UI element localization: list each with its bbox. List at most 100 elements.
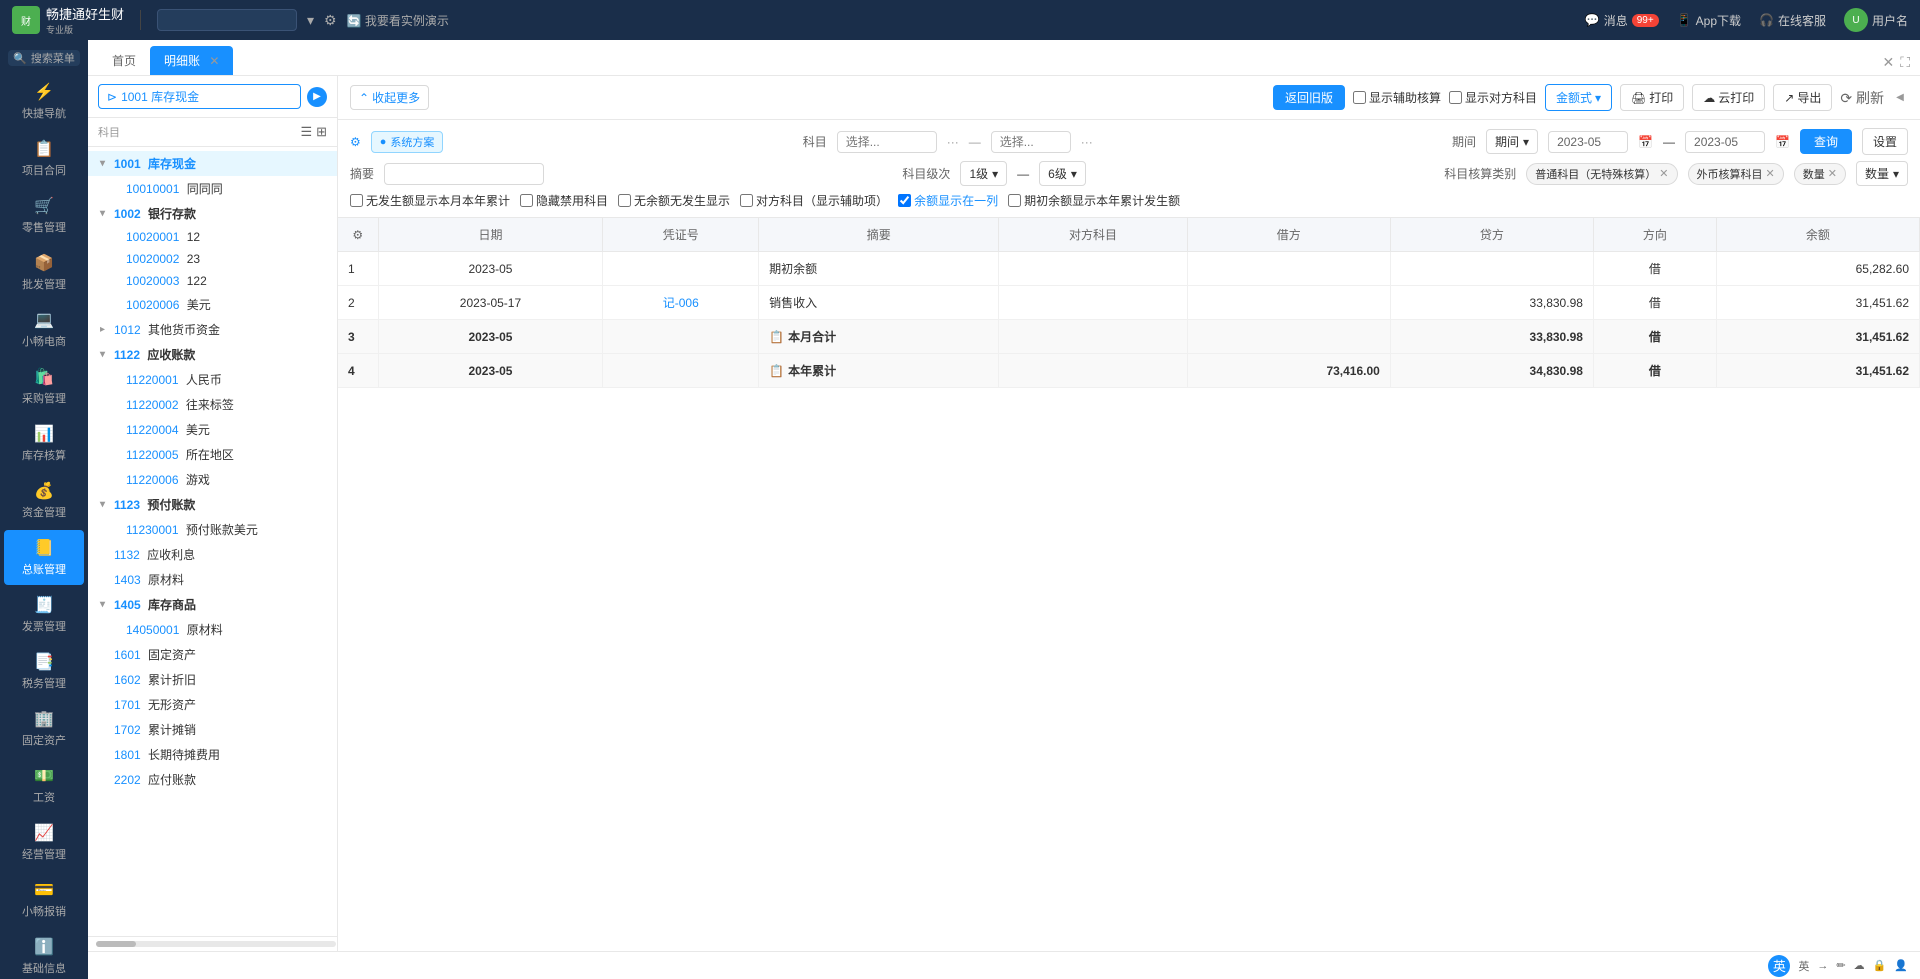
tree-node-1002[interactable]: ▾ 1002 银行存款 (88, 201, 337, 226)
sidebar-item-project[interactable]: 📋 项目合同 (4, 131, 84, 186)
tree-node-14050001[interactable]: 14050001 原材料 (88, 617, 337, 642)
side-collapse-btn[interactable]: ◀ (1892, 92, 1908, 103)
bottom-lock-icon[interactable]: 🔒 (1873, 959, 1887, 972)
cb-opposite[interactable]: 对方科目（显示辅助项） (740, 192, 888, 209)
tree-header-title[interactable]: ⊳ 1001 库存现金 (98, 84, 301, 109)
sidebar-item-invoice[interactable]: 🧾 发票管理 (4, 587, 84, 642)
show-aux-checkbox[interactable]: 显示辅助核算 (1353, 89, 1441, 106)
expand-filter-btn[interactable]: ⌃ 收起更多 (350, 85, 429, 110)
sidebar-item-salary[interactable]: 💵 工资 (4, 758, 84, 813)
bottom-edit-icon[interactable]: ✏ (1836, 959, 1845, 972)
export-btn[interactable]: ↗ 导出 (1773, 84, 1832, 111)
user-btn[interactable]: U 用户名 (1844, 8, 1908, 32)
tree-node-1001[interactable]: ▾ 1001 库存现金 (88, 151, 337, 176)
cb-hide-disabled-input[interactable] (520, 194, 533, 207)
cb-show-balance-input[interactable] (898, 194, 911, 207)
cb-beginning[interactable]: 期初余额显示本年累计发生额 (1008, 192, 1180, 209)
tree-node-11220005[interactable]: 11220005 所在地区 (88, 442, 337, 467)
tree-node-1801[interactable]: 1801 长期待摊费用 (88, 742, 337, 767)
tree-node-1701[interactable]: 1701 无形资产 (88, 692, 337, 717)
tree-node-10020002[interactable]: 10020002 23 (88, 248, 337, 270)
category-dropdown[interactable]: 数量 ▾ (1856, 161, 1908, 186)
tree-node-10020001[interactable]: 10020001 12 (88, 226, 337, 248)
category-tag-1[interactable]: 普通科目（无特殊核算） ✕ (1526, 163, 1677, 185)
period-from-input[interactable] (1548, 131, 1628, 153)
voucher-link-2[interactable]: 记-006 (663, 296, 699, 310)
sidebar-item-ops[interactable]: 📈 经营管理 (4, 815, 84, 870)
query-btn[interactable]: 查询 (1800, 129, 1852, 154)
sidebar-item-inventory[interactable]: 📊 库存核算 (4, 416, 84, 471)
tree-expand-icon[interactable]: ⊞ (316, 124, 327, 140)
sidebar-item-shortcuts[interactable]: ⚡ 快捷导航 (4, 74, 84, 129)
tab-close-icon[interactable]: ✕ (209, 54, 219, 68)
sidebar-item-sales[interactable]: 💳 小畅报销 (4, 872, 84, 927)
subject-input[interactable] (837, 131, 937, 153)
category-tag-close-2[interactable]: ✕ (1766, 167, 1775, 180)
subject-to-input[interactable] (991, 131, 1071, 153)
summary-input[interactable] (384, 163, 544, 185)
period-to-input[interactable] (1685, 131, 1765, 153)
category-tag-3[interactable]: 数量 ✕ (1794, 163, 1846, 185)
tree-node-1403[interactable]: 1403 原材料 (88, 567, 337, 592)
tree-scroll-bar[interactable] (96, 941, 336, 947)
cb-opposite-input[interactable] (740, 194, 753, 207)
bottom-text-en[interactable]: 英 (1798, 958, 1809, 974)
app-download-btn[interactable]: 📱 App下载 (1677, 12, 1741, 29)
style-dropdown-btn[interactable]: 金额式 ▾ (1545, 84, 1612, 111)
tree-node-10020003[interactable]: 10020003 122 (88, 270, 337, 292)
show-opposite-checkbox[interactable]: 显示对方科目 (1449, 89, 1537, 106)
bottom-cloud-icon[interactable]: ☁ (1854, 959, 1865, 972)
back-old-btn[interactable]: 返回旧版 (1273, 85, 1345, 110)
tree-list-icon[interactable]: ☰ (300, 124, 312, 140)
sidebar-item-finance[interactable]: 💰 资金管理 (4, 473, 84, 528)
cb-no-amount-input[interactable] (350, 194, 363, 207)
tree-node-2202[interactable]: 2202 应付账款 (88, 767, 337, 792)
tree-node-1123[interactable]: ▾ 1123 预付账款 (88, 492, 337, 517)
tree-node-11230001[interactable]: 11230001 预付账款美元 (88, 517, 337, 542)
category-tag-close-3[interactable]: ✕ (1828, 167, 1837, 180)
bottom-arrow-icon[interactable]: → (1817, 960, 1828, 972)
show-aux-input[interactable] (1353, 91, 1366, 104)
tree-node-1405[interactable]: ▾ 1405 库存商品 (88, 592, 337, 617)
cloud-print-btn[interactable]: ☁ 云打印 (1692, 84, 1765, 111)
sidebar-item-retail[interactable]: 🛒 零售管理 (4, 188, 84, 243)
scheme-tag[interactable]: ● 系统方案 (371, 131, 444, 153)
tree-node-11220002[interactable]: 11220002 往来标签 (88, 392, 337, 417)
online-service-btn[interactable]: 🎧 在线客服 (1759, 12, 1826, 29)
tree-node-11220004[interactable]: 11220004 美元 (88, 417, 337, 442)
category-tag-close-1[interactable]: ✕ (1659, 167, 1668, 180)
tree-node-1012[interactable]: ▸ 1012 其他货币资金 (88, 317, 337, 342)
tree-node-1702[interactable]: 1702 累计摊销 (88, 717, 337, 742)
tree-node-11220001[interactable]: 11220001 人民币 (88, 367, 337, 392)
sidebar-item-basic[interactable]: ℹ️ 基础信息 (4, 929, 84, 979)
sidebar-item-assets[interactable]: 🏢 固定资产 (4, 701, 84, 756)
sidebar-item-tax[interactable]: 📑 税务管理 (4, 644, 84, 699)
table-settings-icon[interactable]: ⚙ (352, 228, 363, 242)
tree-node-1601[interactable]: 1601 固定资产 (88, 642, 337, 667)
period-type-select[interactable]: 期间 ▾ (1486, 129, 1538, 154)
tree-node-11220006[interactable]: 11220006 游戏 (88, 467, 337, 492)
category-tag-2[interactable]: 外币核算科目 ✕ (1688, 163, 1784, 185)
expand-panel-icon[interactable]: ⛶ (1900, 54, 1910, 71)
cb-show-balance[interactable]: 余额显示在一列 (898, 192, 998, 209)
refresh-btn[interactable]: ⟳ 刷新 (1840, 88, 1884, 108)
setting-btn[interactable]: 设置 (1862, 128, 1908, 155)
bottom-user-icon[interactable]: 👤 (1894, 959, 1908, 972)
filter-scheme-icon[interactable]: ⚙ (350, 135, 361, 149)
tree-node-10020006[interactable]: 10020006 美元 (88, 292, 337, 317)
cb-beginning-input[interactable] (1008, 194, 1021, 207)
level-from-select[interactable]: 1级 ▾ (960, 161, 1007, 186)
sidebar-item-ecommerce[interactable]: 💻 小畅电商 (4, 302, 84, 357)
show-opposite-input[interactable] (1449, 91, 1462, 104)
print-btn[interactable]: 🖨 打印 (1620, 84, 1684, 111)
cb-hide-disabled[interactable]: 隐藏禁用科目 (520, 192, 608, 209)
bottom-lang-btn[interactable]: 英 (1768, 955, 1790, 977)
settings-top-icon[interactable]: ⚙ (324, 12, 337, 29)
messages-btn[interactable]: 💬 消息 99+ (1585, 12, 1659, 29)
close-panel-icon[interactable]: ✕ (1882, 54, 1894, 71)
dropdown-icon[interactable]: ▾ (307, 12, 314, 29)
period-calendar-icon[interactable]: 📅 (1638, 135, 1653, 149)
level-to-select[interactable]: 6级 ▾ (1039, 161, 1086, 186)
cb-no-balance[interactable]: 无余额无发生显示 (618, 192, 730, 209)
tree-node-1602[interactable]: 1602 累计折旧 (88, 667, 337, 692)
